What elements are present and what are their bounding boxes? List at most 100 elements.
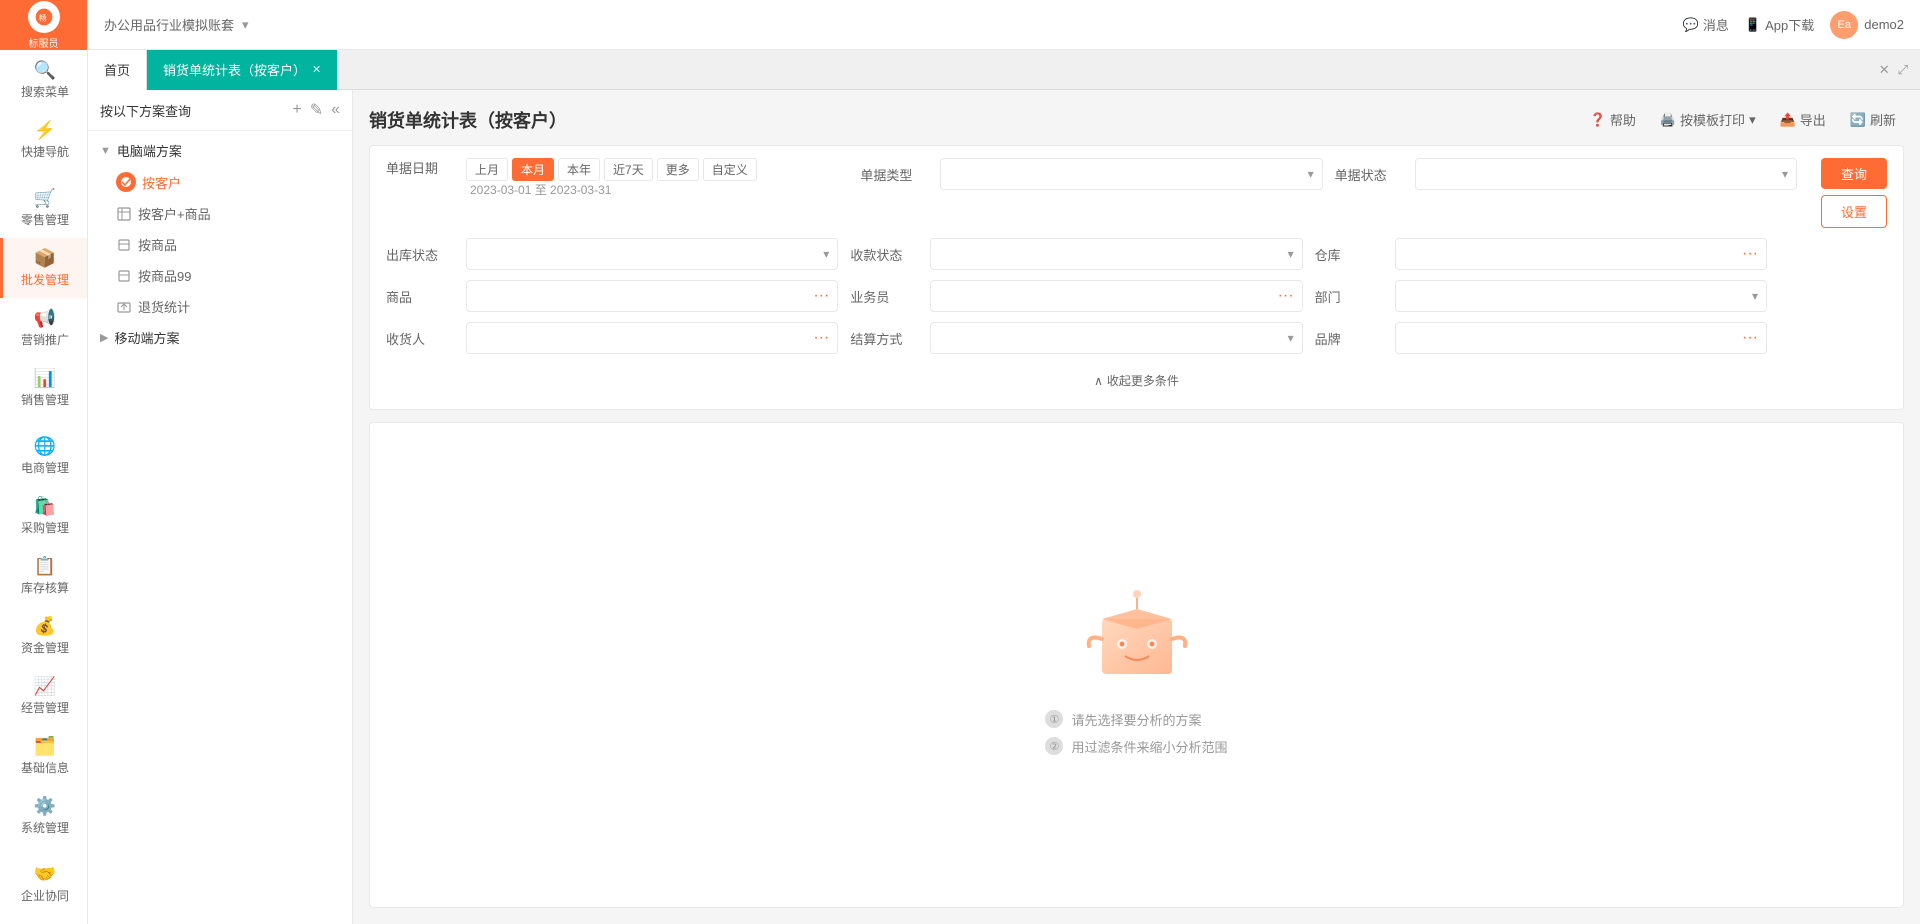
sidebar-item-corp[interactable]: 🤝 企业协同 bbox=[0, 854, 87, 914]
tree-child-by-product[interactable]: 按商品 bbox=[88, 229, 352, 260]
date-btn-this-month[interactable]: 本月 bbox=[512, 158, 554, 181]
receipt-status-arrow: ▾ bbox=[1288, 247, 1294, 261]
tree-child-by-customer-product[interactable]: 按客户+商品 bbox=[88, 198, 352, 229]
consignee-input[interactable]: ··· bbox=[466, 322, 838, 354]
sidebar-item-purchase[interactable]: 🛍️ 采购管理 bbox=[0, 486, 87, 546]
sidebar-item-inventory[interactable]: 📋 库存核算 bbox=[0, 546, 87, 606]
query-button[interactable]: 查询 bbox=[1821, 158, 1887, 189]
tree-child-by-customer[interactable]: 按客户 bbox=[88, 166, 352, 198]
sidebar-item-retail[interactable]: 🛒 零售管理 bbox=[0, 178, 87, 238]
sidebar-item-finance[interactable]: 💰 资金管理 bbox=[0, 606, 87, 666]
order-type-select[interactable]: ▾ bbox=[940, 158, 1322, 190]
sidebar-item-search[interactable]: 🔍 搜索菜单 bbox=[0, 50, 87, 110]
tab-home[interactable]: 首页 bbox=[88, 50, 147, 90]
help-button[interactable]: ❓ 帮助 bbox=[1582, 106, 1644, 133]
date-btn-last-month[interactable]: 上月 bbox=[466, 158, 508, 181]
page-title-bar: 销货单统计表（按客户） ❓ 帮助 🖨️ 按模板打印 ▾ 📤 导出 bbox=[369, 106, 1904, 133]
order-status-select[interactable]: ▾ bbox=[1415, 158, 1797, 190]
system-icon: ⚙️ bbox=[34, 796, 56, 817]
date-btn-this-year[interactable]: 本年 bbox=[558, 158, 600, 181]
out-status-arrow: ▾ bbox=[823, 247, 829, 261]
logo-area[interactable]: 畅 标服员 bbox=[0, 0, 87, 50]
refresh-icon: 🔄 bbox=[1850, 112, 1866, 128]
customer-product-icon bbox=[116, 206, 132, 222]
sidebar-item-ecommerce[interactable]: 🌐 电商管理 bbox=[0, 426, 87, 486]
edit-scheme-button[interactable]: ✎ bbox=[310, 100, 323, 120]
tree-child-returns[interactable]: 退货统计 bbox=[88, 291, 352, 322]
app-download-button[interactable]: 📱 App下载 bbox=[1745, 15, 1814, 34]
header-dropdown-icon[interactable]: ▾ bbox=[242, 17, 249, 33]
sidebar-item-marketing[interactable]: 📢 营销推广 bbox=[0, 298, 87, 358]
consignee-dots-icon[interactable]: ··· bbox=[813, 329, 829, 347]
sidebar-item-basic[interactable]: 🗂️ 基础信息 bbox=[0, 726, 87, 786]
sidebar: 畅 标服员 🔍 搜索菜单 ⚡ 快捷导航 🛒 零售管理 📦 批发管理 📢 营销推广… bbox=[0, 0, 88, 924]
settings-button[interactable]: 设置 bbox=[1821, 195, 1887, 228]
order-type-arrow: ▾ bbox=[1308, 167, 1314, 181]
logo-text: 标服员 bbox=[29, 35, 59, 50]
tree-label-pc: 电脑端方案 bbox=[117, 141, 182, 160]
product-dots-icon[interactable]: ··· bbox=[813, 287, 829, 305]
tip-text-1: 请先选择要分析的方案 bbox=[1071, 710, 1201, 729]
tab-close-icon[interactable]: ✕ bbox=[312, 63, 321, 76]
download-icon: 📱 bbox=[1745, 17, 1761, 33]
date-btn-more[interactable]: 更多 bbox=[657, 158, 699, 181]
sidebar-item-system[interactable]: ⚙️ 系统管理 bbox=[0, 786, 87, 846]
collapse-bar[interactable]: ∧ 收起更多条件 bbox=[386, 364, 1887, 397]
receipt-status-filter: 收款状态 ▾ bbox=[850, 238, 1302, 270]
logo-icon: 畅 bbox=[28, 1, 60, 33]
sidebar-item-newbie[interactable]: 🎯 新手引导 bbox=[0, 914, 87, 924]
close-window-icon[interactable]: ✕ bbox=[1879, 62, 1890, 78]
sidebar-item-quick-nav[interactable]: ⚡ 快捷导航 bbox=[0, 110, 87, 170]
sidebar-item-sales-mgmt[interactable]: 📊 销售管理 bbox=[0, 358, 87, 418]
message-button[interactable]: 💬 消息 bbox=[1683, 15, 1729, 34]
tree-parent-mobile[interactable]: ▶ 移动端方案 bbox=[88, 322, 352, 353]
date-btn-7days[interactable]: 近7天 bbox=[604, 158, 653, 181]
sidebar-label-corp: 企业协同 bbox=[21, 887, 69, 904]
warehouse-dots-icon[interactable]: ··· bbox=[1742, 245, 1758, 263]
department-arrow: ▾ bbox=[1752, 289, 1758, 303]
brand-input[interactable]: ··· bbox=[1395, 322, 1767, 354]
brand-dots-icon[interactable]: ··· bbox=[1742, 329, 1758, 347]
sidebar-label-sales-mgmt: 销售管理 bbox=[21, 391, 69, 408]
collapse-panel-button[interactable]: « bbox=[331, 101, 340, 119]
refresh-button[interactable]: 🔄 刷新 bbox=[1842, 106, 1904, 133]
maximize-window-icon[interactable]: ⤢ bbox=[1898, 62, 1908, 78]
date-btn-custom[interactable]: 自定义 bbox=[703, 158, 757, 181]
tab-maximize-area: ✕ ⤢ bbox=[1867, 62, 1920, 78]
settlement-arrow: ▾ bbox=[1288, 331, 1294, 345]
inventory-icon: 📋 bbox=[34, 556, 56, 577]
add-scheme-button[interactable]: + bbox=[292, 101, 301, 119]
tree-label-by-customer-product: 按客户+商品 bbox=[138, 204, 211, 223]
empty-tip-1: ① 请先选择要分析的方案 bbox=[1045, 710, 1227, 729]
salesman-dots-icon[interactable]: ··· bbox=[1278, 287, 1294, 305]
tree-arrow-pc: ▼ bbox=[100, 145, 111, 157]
tree-label-by-product-99: 按商品99 bbox=[138, 266, 191, 285]
ecommerce-icon: 🌐 bbox=[34, 436, 56, 457]
collapse-up-icon: ∧ bbox=[1094, 374, 1103, 388]
sidebar-item-wholesale[interactable]: 📦 批发管理 bbox=[0, 238, 87, 298]
user-area[interactable]: Ea demo2 bbox=[1830, 11, 1904, 39]
receipt-status-select[interactable]: ▾ bbox=[930, 238, 1302, 270]
sidebar-label-basic: 基础信息 bbox=[21, 759, 69, 776]
salesman-input[interactable]: ··· bbox=[930, 280, 1302, 312]
template-print-button[interactable]: 🖨️ 按模板打印 ▾ bbox=[1652, 106, 1764, 133]
product-input[interactable]: ··· bbox=[466, 280, 838, 312]
department-select[interactable]: ▾ bbox=[1395, 280, 1767, 312]
brand-label: 品牌 bbox=[1315, 329, 1395, 348]
export-button[interactable]: 📤 导出 bbox=[1772, 106, 1834, 133]
tree-arrow-mobile: ▶ bbox=[100, 331, 108, 344]
top-header: 办公用品行业模拟账套 ▾ 💬 消息 📱 App下载 Ea demo2 bbox=[88, 0, 1920, 50]
settlement-select[interactable]: ▾ bbox=[930, 322, 1302, 354]
purchase-icon: 🛍️ bbox=[34, 496, 56, 517]
header-right: 💬 消息 📱 App下载 Ea demo2 bbox=[1683, 11, 1904, 39]
out-status-select[interactable]: ▾ bbox=[466, 238, 838, 270]
tree-parent-pc[interactable]: ▼ 电脑端方案 bbox=[88, 135, 352, 166]
sidebar-item-ops[interactable]: 📈 经营管理 bbox=[0, 666, 87, 726]
tree-label-by-product: 按商品 bbox=[138, 235, 177, 254]
message-icon: 💬 bbox=[1683, 17, 1699, 33]
tab-sales-stats[interactable]: 销货单统计表（按客户） ✕ bbox=[147, 50, 338, 90]
warehouse-input[interactable]: ··· bbox=[1395, 238, 1767, 270]
tab-sales-stats-label: 销货单统计表（按客户） bbox=[163, 60, 306, 79]
tree-child-by-product-99[interactable]: 按商品99 bbox=[88, 260, 352, 291]
date-label: 单据日期 bbox=[386, 158, 466, 177]
